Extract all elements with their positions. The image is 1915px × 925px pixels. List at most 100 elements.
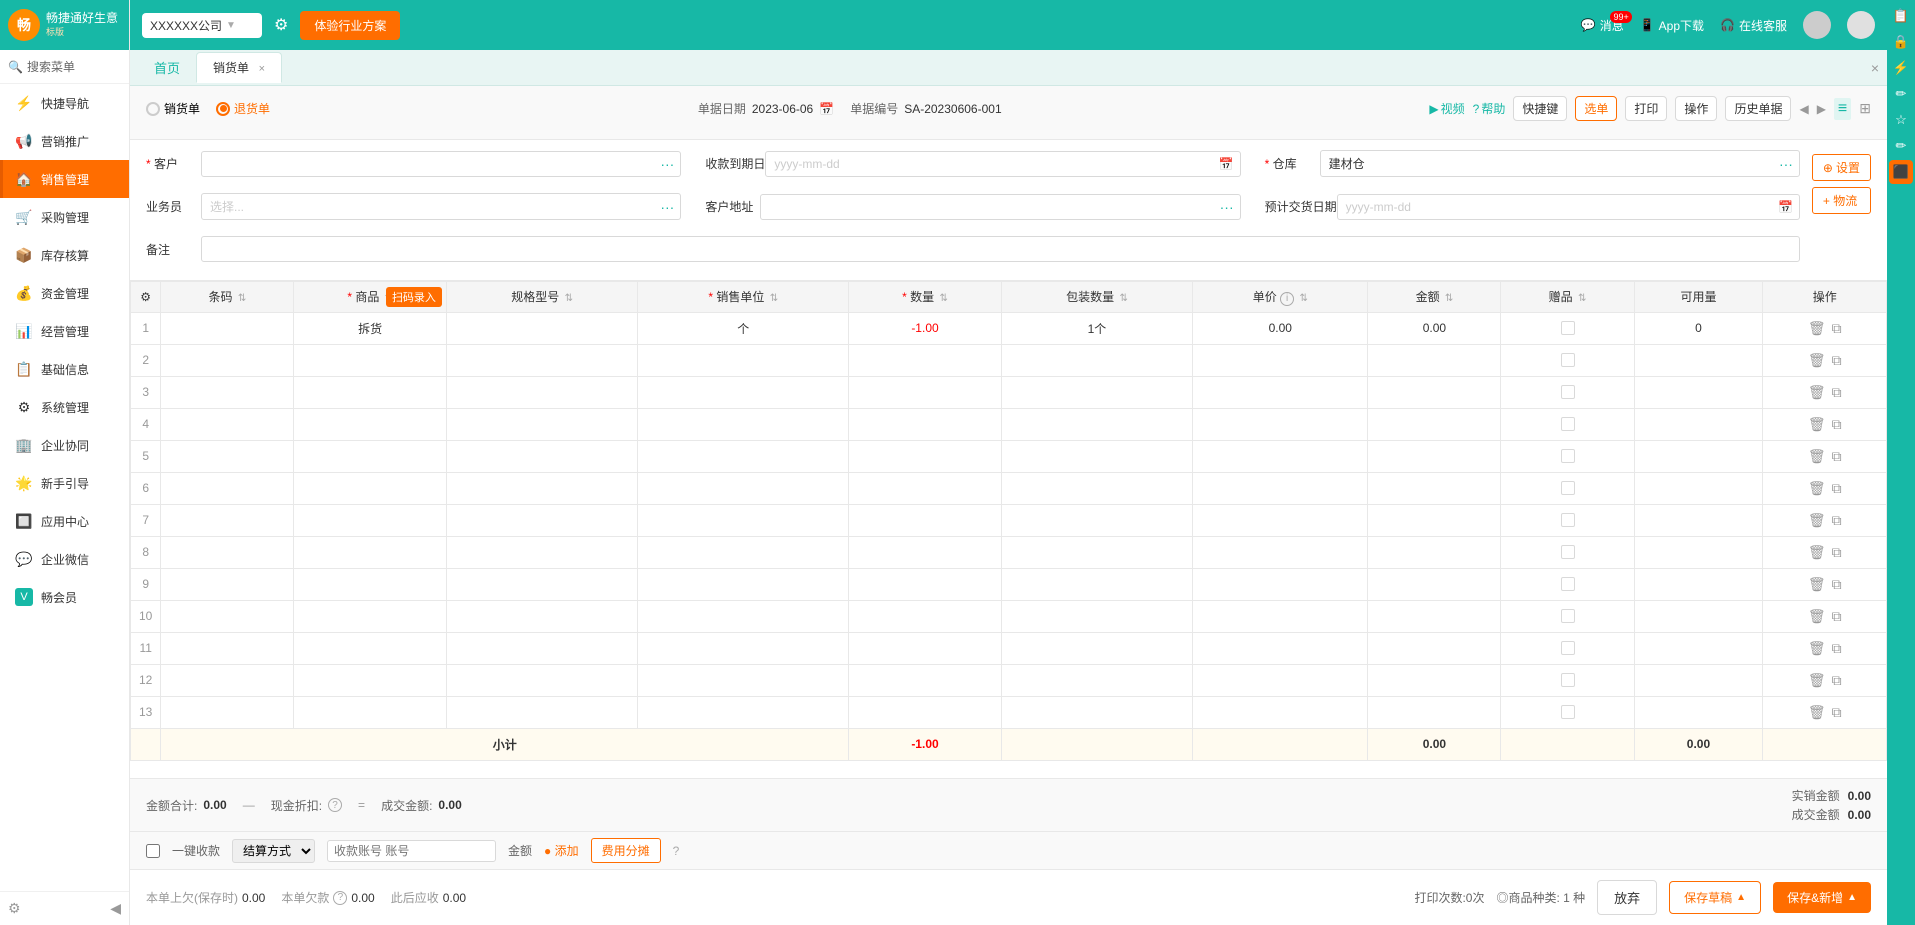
sidebar-item-finance[interactable]: 💰 资金管理	[0, 274, 129, 312]
one-click-payment-checkbox[interactable]	[146, 844, 160, 858]
delete-icon-2[interactable]: 🗑	[1808, 352, 1826, 369]
panel-clipboard-icon[interactable]: 📋	[1889, 4, 1913, 28]
sidebar-item-member[interactable]: V 畅会员	[0, 578, 129, 616]
th-settings[interactable]: ⚙	[131, 282, 161, 313]
gift-checkbox-1[interactable]	[1561, 321, 1575, 335]
customer-input[interactable]: ···	[201, 151, 681, 177]
copy-icon-2[interactable]: ⧉	[1832, 352, 1842, 369]
basics-icon: 📋	[15, 360, 33, 378]
sidebar-item-marketing[interactable]: 📢 营销推广	[0, 122, 129, 160]
cell-barcode-1[interactable]	[161, 312, 294, 344]
close-all-icon[interactable]: ×	[1871, 60, 1879, 76]
sidebar: 畅 畅捷通好生意 标版 🔍 搜索菜单 ⚡ 快捷导航 📢 营销推广 🏠 销售管理 …	[0, 0, 130, 925]
sidebar-item-wecom[interactable]: 💬 企业微信	[0, 540, 129, 578]
sidebar-item-apps[interactable]: 🔲 应用中心	[0, 502, 129, 540]
calendar-icon[interactable]: 📅	[1219, 157, 1234, 171]
expected-date-input[interactable]: yyyy-mm-dd 📅	[1337, 194, 1800, 220]
remarks-input[interactable]	[201, 236, 1800, 262]
avatar2[interactable]	[1847, 11, 1875, 39]
list-view-icon[interactable]: ≡	[1834, 98, 1851, 120]
warehouse-more-icon[interactable]: ···	[1779, 156, 1793, 172]
expense-button[interactable]: 费用分摊	[591, 838, 661, 863]
operations-button[interactable]: 操作	[1675, 96, 1717, 121]
message-button[interactable]: 💬 消息 99+	[1581, 17, 1624, 34]
address-more-icon[interactable]: ···	[1220, 199, 1234, 215]
customer-more-icon[interactable]: ···	[660, 156, 674, 172]
tab-sales-order[interactable]: 销货单 ×	[196, 52, 282, 83]
cell-amount-1[interactable]: 0.00	[1368, 312, 1501, 344]
table-scroll[interactable]: ⚙ 条码 ⇅ * 商品 ⇅ 扫码录入 规格型号 ⇅ * 销售单位 ⇅ * 数量 …	[130, 281, 1887, 778]
header-gear-button[interactable]: ⚙	[274, 15, 288, 35]
panel-edit-icon[interactable]: ✏	[1889, 82, 1913, 106]
radio-return-order[interactable]: 退货单	[216, 100, 270, 117]
expected-calendar-icon[interactable]: 📅	[1778, 200, 1793, 214]
unit-price-info-icon[interactable]: i	[1280, 292, 1294, 306]
staff-more-icon[interactable]: ···	[660, 199, 674, 215]
sidebar-item-system[interactable]: ⚙ 系统管理	[0, 388, 129, 426]
delete-icon-1[interactable]: 🗑	[1808, 320, 1826, 337]
sidebar-item-quicknav[interactable]: ⚡ 快捷导航	[0, 84, 129, 122]
history-button[interactable]: 历史单据	[1725, 96, 1791, 121]
avatar[interactable]	[1803, 11, 1831, 39]
scan-button[interactable]: 扫码录入	[386, 287, 442, 307]
save-draft-button[interactable]: 保存草稿 ▲	[1669, 881, 1761, 914]
video-link[interactable]: ▶ 视频	[1429, 100, 1464, 117]
panel-orange-icon[interactable]: ⬛	[1889, 160, 1913, 184]
shortcut-button[interactable]: 快捷键	[1513, 96, 1567, 121]
sidebar-item-sales[interactable]: 🏠 销售管理	[0, 160, 129, 198]
cell-pack-qty-1[interactable]: 1个	[1001, 312, 1192, 344]
sidebar-item-purchase[interactable]: 🛒 采购管理	[0, 198, 129, 236]
company-selector[interactable]: XXXXXX公司 ▼	[142, 13, 262, 38]
collapse-icon[interactable]: ◀	[110, 900, 121, 917]
sidebar-item-operations[interactable]: 📊 经营管理	[0, 312, 129, 350]
save-new-button[interactable]: 保存&新增 ▲	[1773, 882, 1871, 913]
sidebar-item-basics[interactable]: 📋 基础信息	[0, 350, 129, 388]
cell-gift-1[interactable]	[1501, 312, 1634, 344]
select-button[interactable]: 选单	[1575, 96, 1617, 121]
arrears-info-icon[interactable]: ?	[333, 891, 347, 905]
settings-button[interactable]: ⊕ ⊕ 设置 设置	[1812, 154, 1871, 181]
account-input[interactable]	[327, 840, 496, 862]
next-icon[interactable]: ▶	[1817, 102, 1826, 116]
tab-close-icon[interactable]: ×	[259, 63, 265, 75]
cell-unit-1[interactable]: 个	[638, 312, 849, 344]
staff-input[interactable]: 选择... ···	[201, 193, 681, 220]
trial-button[interactable]: 体验行业方案	[300, 11, 400, 40]
panel-star-icon[interactable]: ☆	[1889, 108, 1913, 132]
settings-icon[interactable]: ⚙	[8, 900, 21, 917]
copy-icon-1[interactable]: ⧉	[1832, 320, 1842, 337]
sidebar-item-inventory[interactable]: 📦 库存核算	[0, 236, 129, 274]
sidebar-search[interactable]: 🔍 搜索菜单	[0, 50, 129, 84]
help-link[interactable]: ? 帮助	[1473, 100, 1506, 117]
cell-product-2[interactable]	[294, 344, 447, 376]
panel-lock-icon[interactable]: 🔒	[1889, 30, 1913, 54]
customer-address-input[interactable]: ···	[760, 194, 1240, 220]
cell-unit-price-1[interactable]: 0.00	[1193, 312, 1368, 344]
logistics-button[interactable]: + 物流 + 物流	[1812, 187, 1871, 214]
cell-product-1[interactable]: 拆货	[294, 312, 447, 344]
cash-discount-info-icon[interactable]: ?	[328, 798, 342, 812]
radio-sales-order[interactable]: 销货单	[146, 100, 200, 117]
receive-date-input[interactable]: yyyy-mm-dd 📅	[765, 151, 1240, 177]
cell-barcode-2[interactable]	[161, 344, 294, 376]
cell-qty-1[interactable]: -1.00	[849, 312, 1002, 344]
warehouse-input[interactable]: 建材仓 ···	[1320, 150, 1800, 177]
sidebar-item-guide[interactable]: 🌟 新手引导	[0, 464, 129, 502]
prev-icon[interactable]: ◀	[1799, 102, 1808, 116]
gift-checkbox-2[interactable]	[1561, 353, 1575, 367]
grid-view-icon[interactable]: ⊞	[1859, 100, 1871, 117]
online-service-button[interactable]: 🎧 在线客服	[1720, 17, 1787, 34]
add-payment-button[interactable]: ● 添加	[544, 842, 579, 859]
payment-method-select[interactable]: 结算方式	[232, 839, 315, 863]
form-header: 销货单 退货单 单据日期 2023-06-06 📅 单据编号	[130, 86, 1887, 140]
panel-flash-icon[interactable]: ⚡	[1889, 56, 1913, 80]
cell-spec-1[interactable]	[446, 312, 637, 344]
discard-button[interactable]: 放弃	[1597, 880, 1657, 915]
panel-pencil-icon[interactable]: ✏	[1889, 134, 1913, 158]
sidebar-item-enterprise[interactable]: 🏢 企业协同	[0, 426, 129, 464]
tab-home[interactable]: 首页	[138, 52, 196, 83]
app-download-button[interactable]: 📱 App下载	[1640, 17, 1704, 34]
payment-help-icon[interactable]: ?	[673, 844, 680, 858]
calendar-icon[interactable]: 📅	[819, 102, 834, 116]
print-button[interactable]: 打印	[1625, 96, 1667, 121]
